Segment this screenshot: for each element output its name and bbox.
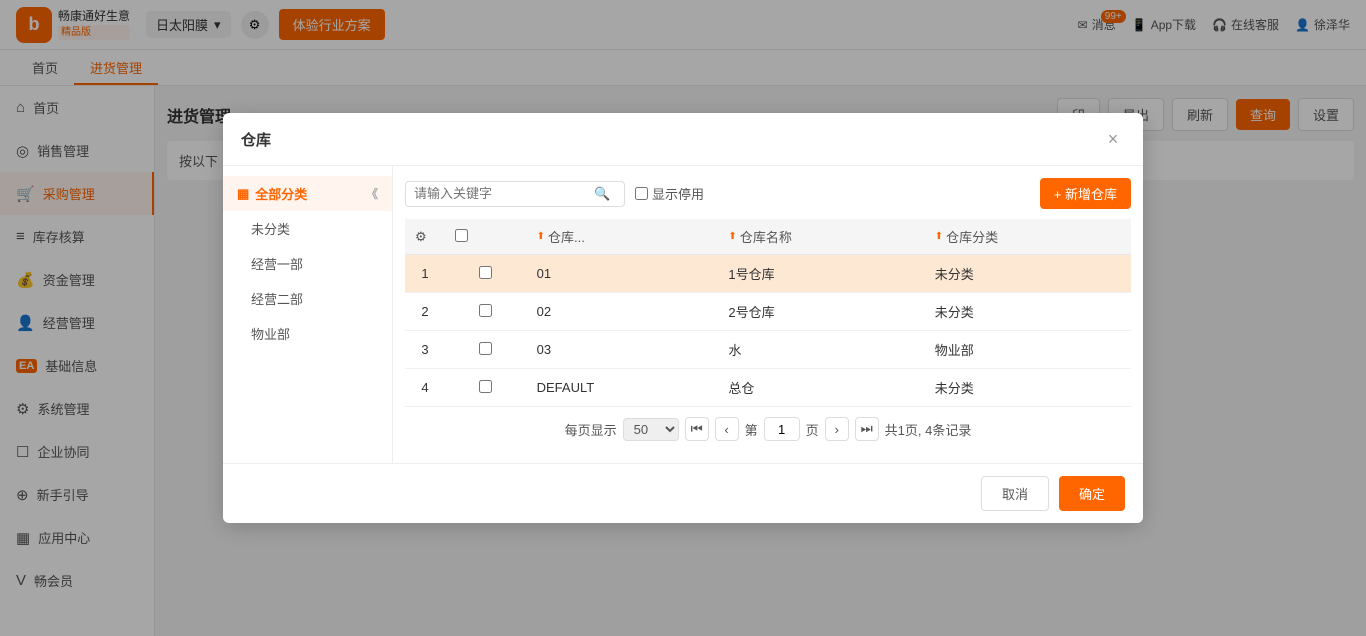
sort-icon-name: ⬆ bbox=[728, 231, 736, 242]
cancel-button[interactable]: 取消 bbox=[981, 476, 1049, 511]
category-property-label: 物业部 bbox=[251, 327, 290, 342]
page-label: 第 bbox=[745, 420, 758, 439]
per-page-label: 每页显示 bbox=[565, 420, 617, 439]
row-code: 02 bbox=[527, 293, 719, 331]
category-ops2[interactable]: 经营二部 bbox=[223, 281, 392, 316]
row-checkbox[interactable] bbox=[445, 293, 527, 331]
modal-body: ▦ 全部分类 《 未分类 经营一部 经营二部 物业部 bbox=[223, 166, 1143, 463]
th-name: ⬆ 仓库名称 bbox=[718, 219, 924, 255]
row-code: 01 bbox=[527, 255, 719, 293]
row-num: 2 bbox=[405, 293, 445, 331]
right-panel: 🔍 显示停用 + 新增仓库 ⚙ bbox=[393, 166, 1143, 463]
last-page-btn[interactable]: ⏭ bbox=[855, 417, 879, 441]
show-disabled-wrap: 显示停用 bbox=[635, 184, 704, 203]
modal-title: 仓库 bbox=[241, 129, 271, 150]
th-category: ⬆ 仓库分类 bbox=[925, 219, 1131, 255]
page-suffix: 页 bbox=[806, 420, 819, 439]
category-ops1-label: 经营一部 bbox=[251, 257, 303, 272]
row-checkbox[interactable] bbox=[445, 369, 527, 407]
category-property[interactable]: 物业部 bbox=[223, 316, 392, 351]
confirm-button[interactable]: 确定 bbox=[1059, 476, 1125, 511]
category-ops1[interactable]: 经营一部 bbox=[223, 246, 392, 281]
pagination-row: 每页显示 50 20 100 ⏮ ‹ 第 页 › ⏭ 共1页, 4条记录 bbox=[405, 407, 1131, 451]
row-name: 总仓 bbox=[718, 369, 924, 407]
th-code: ⬆ 仓库... bbox=[527, 219, 719, 255]
category-unclassified-label: 未分类 bbox=[251, 222, 290, 237]
row-category: 物业部 bbox=[925, 331, 1131, 369]
modal-close-button[interactable]: × bbox=[1101, 127, 1125, 151]
search-input[interactable] bbox=[414, 186, 594, 201]
sort-icon: ⬆ bbox=[537, 231, 545, 242]
th-checkbox bbox=[445, 219, 527, 255]
row-code: DEFAULT bbox=[527, 369, 719, 407]
row-checkbox[interactable] bbox=[445, 255, 527, 293]
th-code-label: 仓库... bbox=[548, 227, 585, 246]
table-header: ⚙ ⬆ 仓库... ⬆ bbox=[405, 219, 1131, 255]
modal-overlay: 仓库 × ▦ 全部分类 《 未分类 经营一部 经营二部 bbox=[0, 0, 1366, 636]
row-num: 1 bbox=[405, 255, 445, 293]
row-category: 未分类 bbox=[925, 369, 1131, 407]
category-all[interactable]: ▦ 全部分类 《 bbox=[223, 176, 392, 211]
warehouse-table: ⚙ ⬆ 仓库... ⬆ bbox=[405, 219, 1131, 407]
sort-icon-category: ⬆ bbox=[935, 231, 943, 242]
row-category: 未分类 bbox=[925, 255, 1131, 293]
row-num: 3 bbox=[405, 331, 445, 369]
next-page-btn[interactable]: › bbox=[825, 417, 849, 441]
warehouse-modal: 仓库 × ▦ 全部分类 《 未分类 经营一部 经营二部 bbox=[223, 113, 1143, 523]
new-warehouse-button[interactable]: + 新增仓库 bbox=[1040, 178, 1131, 209]
search-icon: 🔍 bbox=[594, 186, 610, 202]
show-disabled-checkbox[interactable] bbox=[635, 187, 648, 200]
row-name: 2号仓库 bbox=[718, 293, 924, 331]
per-page-select[interactable]: 50 20 100 bbox=[623, 418, 679, 441]
page-input[interactable] bbox=[764, 417, 800, 441]
category-all-label: 全部分类 bbox=[255, 184, 307, 203]
category-unclassified[interactable]: 未分类 bbox=[223, 211, 392, 246]
row-category: 未分类 bbox=[925, 293, 1131, 331]
collapse-icon[interactable]: 《 bbox=[366, 185, 378, 202]
table-row[interactable]: 3 03 水 物业部 bbox=[405, 331, 1131, 369]
th-name-label: 仓库名称 bbox=[740, 227, 792, 246]
table-row[interactable]: 1 01 1号仓库 未分类 bbox=[405, 255, 1131, 293]
category-ops2-label: 经营二部 bbox=[251, 292, 303, 307]
row-code: 03 bbox=[527, 331, 719, 369]
row-name: 水 bbox=[718, 331, 924, 369]
modal-footer: 取消 确定 bbox=[223, 463, 1143, 523]
grid-icon: ▦ bbox=[237, 186, 249, 202]
modal-header: 仓库 × bbox=[223, 113, 1143, 166]
search-input-wrap[interactable]: 🔍 bbox=[405, 181, 625, 207]
th-category-label: 仓库分类 bbox=[946, 227, 998, 246]
select-all-checkbox[interactable] bbox=[455, 229, 468, 242]
row-num: 4 bbox=[405, 369, 445, 407]
row-checkbox[interactable] bbox=[445, 331, 527, 369]
total-info: 共1页, 4条记录 bbox=[885, 420, 972, 439]
show-disabled-label: 显示停用 bbox=[652, 184, 704, 203]
category-panel: ▦ 全部分类 《 未分类 经营一部 经营二部 物业部 bbox=[223, 166, 393, 463]
table-row[interactable]: 4 DEFAULT 总仓 未分类 bbox=[405, 369, 1131, 407]
row-name: 1号仓库 bbox=[718, 255, 924, 293]
table-body: 1 01 1号仓库 未分类 2 02 2号仓库 bbox=[405, 255, 1131, 407]
th-settings: ⚙ bbox=[405, 219, 445, 255]
prev-page-btn[interactable]: ‹ bbox=[715, 417, 739, 441]
table-row[interactable]: 2 02 2号仓库 未分类 bbox=[405, 293, 1131, 331]
table-container: ⚙ ⬆ 仓库... ⬆ bbox=[405, 219, 1131, 407]
first-page-btn[interactable]: ⏮ bbox=[685, 417, 709, 441]
search-row: 🔍 显示停用 + 新增仓库 bbox=[405, 178, 1131, 209]
